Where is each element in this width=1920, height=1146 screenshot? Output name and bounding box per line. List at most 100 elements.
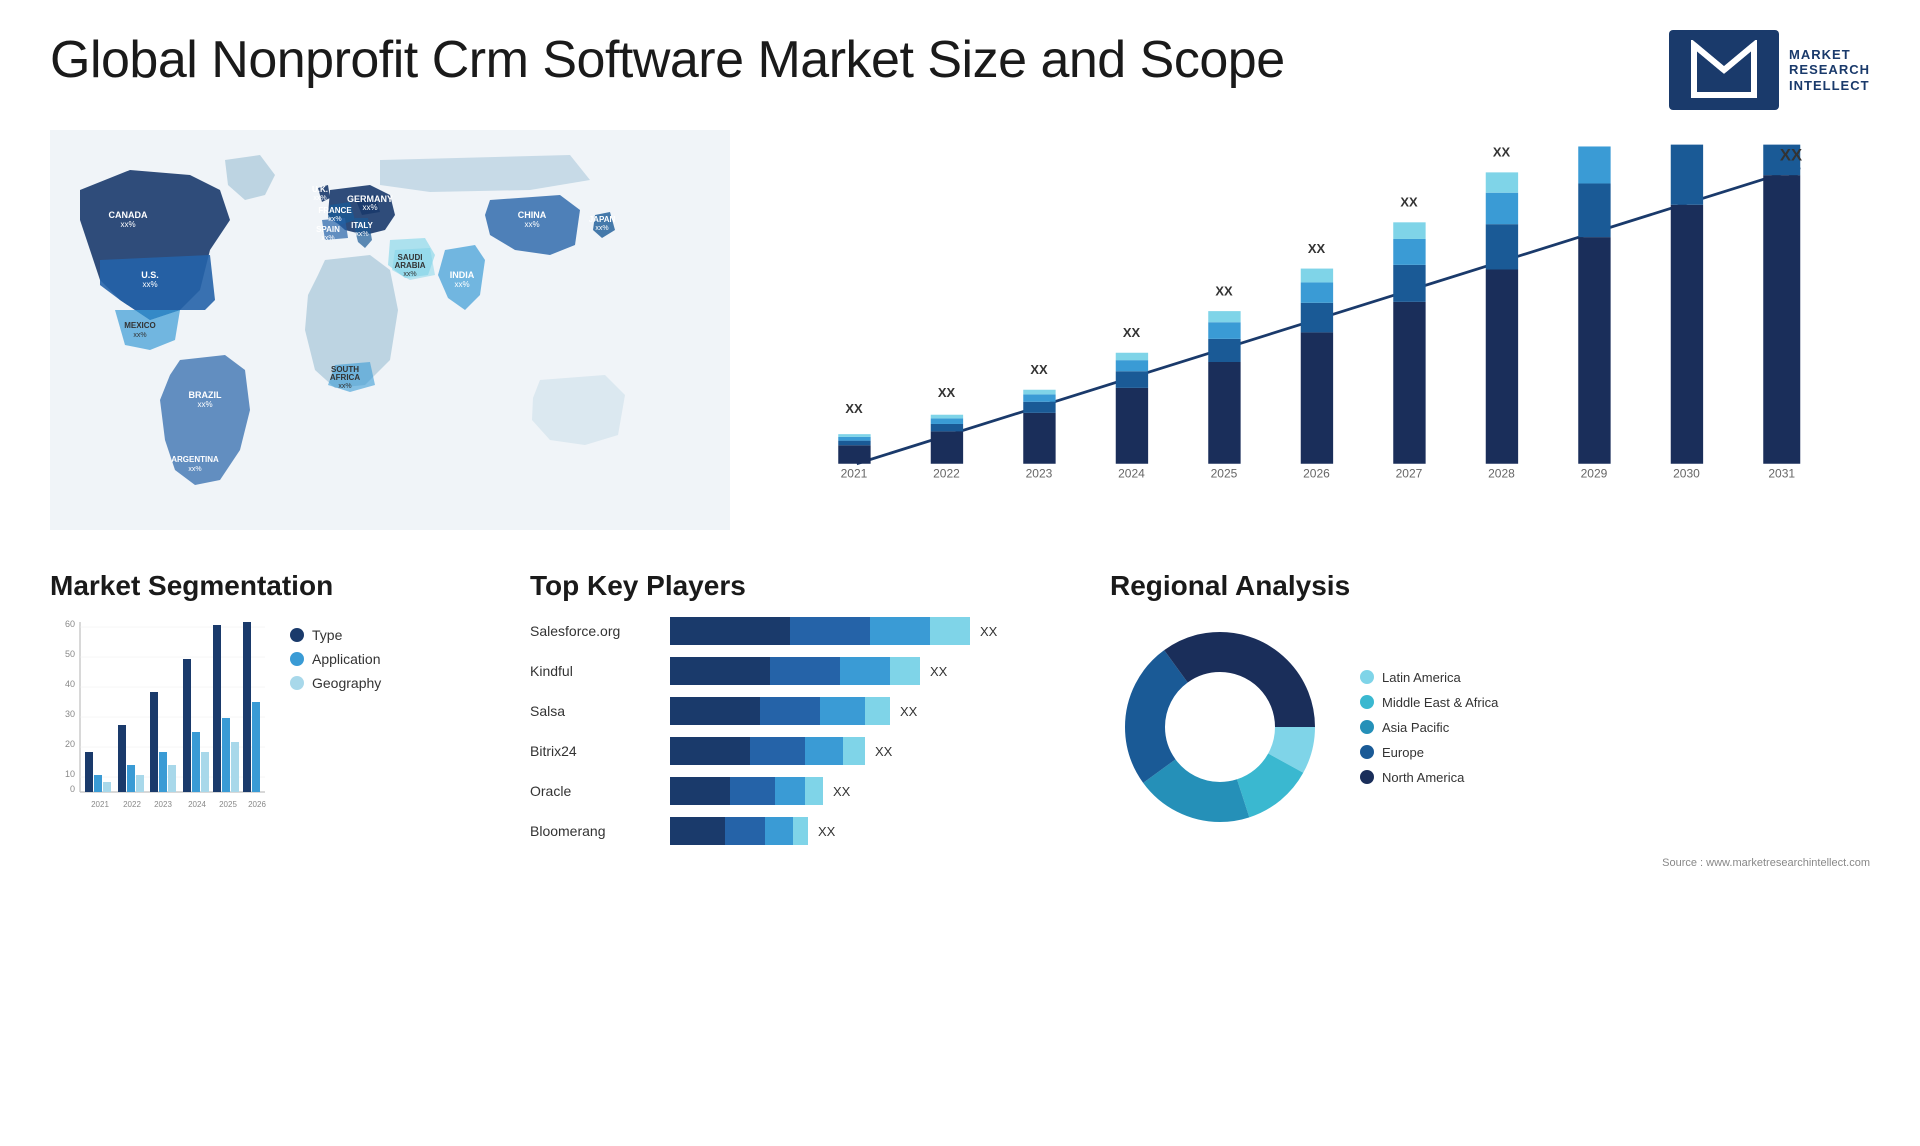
player-value-bitrix: XX [875, 744, 892, 759]
bar-seg4 [890, 657, 920, 685]
bar-bloomerang [670, 817, 808, 845]
svg-text:ITALY: ITALY [351, 221, 373, 230]
player-bar-bitrix: XX [670, 737, 1080, 765]
players-list: Salesforce.org XX Kindful [530, 617, 1080, 857]
svg-text:xx%: xx% [355, 231, 368, 238]
logo: MARKET RESEARCH INTELLECT [1669, 30, 1870, 110]
svg-text:2022: 2022 [933, 467, 960, 481]
svg-text:CANADA: CANADA [109, 210, 148, 220]
svg-text:40: 40 [65, 679, 75, 689]
svg-text:xx%: xx% [313, 195, 326, 202]
svg-text:30: 30 [65, 709, 75, 719]
north-america-dot [1360, 770, 1374, 784]
svg-text:xx%: xx% [133, 332, 146, 339]
svg-text:xx%: xx% [197, 400, 212, 409]
application-label: Application [312, 651, 381, 667]
donut-chart [1110, 617, 1330, 837]
middle-east-dot [1360, 695, 1374, 709]
bar-seg4 [793, 817, 808, 845]
bar-chart-section: XX 2021 XX 2022 XX 2023 [750, 130, 1870, 550]
player-name-bitrix: Bitrix24 [530, 743, 660, 759]
player-row-salesforce: Salesforce.org XX [530, 617, 1080, 645]
bar-seg3 [805, 737, 843, 765]
bar-seg1 [670, 617, 790, 645]
legend-europe: Europe [1360, 745, 1498, 760]
svg-text:CHINA: CHINA [518, 210, 547, 220]
player-row-salsa: Salsa XX [530, 697, 1080, 725]
svg-text:xx%: xx% [362, 203, 377, 212]
svg-text:2024: 2024 [188, 800, 206, 809]
player-row-kindful: Kindful XX [530, 657, 1080, 685]
svg-text:xx%: xx% [595, 225, 608, 232]
svg-text:XX: XX [938, 385, 956, 400]
svg-text:2030: 2030 [1673, 467, 1700, 481]
asia-pacific-label: Asia Pacific [1382, 720, 1449, 735]
svg-text:2024: 2024 [1118, 467, 1145, 481]
players-title: Top Key Players [530, 570, 1080, 602]
svg-text:MEXICO: MEXICO [124, 321, 156, 330]
svg-text:2021: 2021 [841, 467, 868, 481]
middle-east-label: Middle East & Africa [1382, 695, 1498, 710]
svg-text:2025: 2025 [219, 800, 237, 809]
segmentation-title: Market Segmentation [50, 570, 500, 602]
bar-seg1 [670, 817, 725, 845]
bar-salesforce [670, 617, 970, 645]
bar-seg3 [765, 817, 793, 845]
bar-seg2 [790, 617, 870, 645]
bar-oracle [670, 777, 823, 805]
svg-text:xx%: xx% [142, 280, 157, 289]
svg-text:2023: 2023 [1026, 467, 1053, 481]
segmentation-section: Market Segmentation 60 50 40 [50, 570, 500, 1090]
svg-text:XX: XX [1493, 145, 1511, 160]
svg-text:2026: 2026 [1303, 467, 1330, 481]
svg-text:XX: XX [1780, 145, 1802, 164]
player-bar-oracle: XX [670, 777, 1080, 805]
legend-asia-pacific: Asia Pacific [1360, 720, 1498, 735]
svg-text:xx%: xx% [328, 216, 341, 223]
bar-seg1 [670, 737, 750, 765]
bottom-sections: Market Segmentation 60 50 40 [50, 570, 1870, 1090]
svg-text:INDIA: INDIA [450, 270, 475, 280]
svg-text:2022: 2022 [123, 800, 141, 809]
player-value-oracle: XX [833, 784, 850, 799]
svg-text:60: 60 [65, 619, 75, 629]
svg-text:JAPAN: JAPAN [589, 215, 616, 224]
bar-seg2 [770, 657, 840, 685]
player-value-salsa: XX [900, 704, 917, 719]
logo-line1: MARKET [1789, 47, 1870, 63]
svg-text:2026: 2026 [248, 800, 266, 809]
source-text: Source : www.marketresearchintellect.com [1662, 857, 1870, 869]
bar-seg2 [760, 697, 820, 725]
logo-box [1669, 30, 1779, 110]
logo-line2: RESEARCH [1789, 62, 1870, 78]
player-value-kindful: XX [930, 664, 947, 679]
svg-text:XX: XX [1123, 325, 1141, 340]
bar-seg1 [670, 697, 760, 725]
player-name-salesforce: Salesforce.org [530, 623, 660, 639]
player-name-oracle: Oracle [530, 783, 660, 799]
geography-label: Geography [312, 675, 381, 691]
svg-text:xx%: xx% [120, 220, 135, 229]
legend-latin-america: Latin America [1360, 670, 1498, 685]
regional-section: Regional Analysis [1110, 570, 1870, 1090]
bar-seg4 [865, 697, 890, 725]
key-players-section: Top Key Players Salesforce.org XX [530, 570, 1080, 1090]
player-row-bitrix: Bitrix24 XX [530, 737, 1080, 765]
svg-text:20: 20 [65, 739, 75, 749]
svg-text:AFRICA: AFRICA [330, 373, 360, 382]
bar-bitrix [670, 737, 865, 765]
type-label: Type [312, 627, 342, 643]
regional-inner: Latin America Middle East & Africa Asia … [1110, 617, 1870, 837]
svg-text:xx%: xx% [524, 220, 539, 229]
bar-salsa [670, 697, 890, 725]
bar-seg4 [805, 777, 823, 805]
svg-text:ARGENTINA: ARGENTINA [171, 455, 219, 464]
legend-middle-east: Middle East & Africa [1360, 695, 1498, 710]
svg-text:XX: XX [1030, 362, 1048, 377]
bar-seg3 [820, 697, 865, 725]
player-row-bloomerang: Bloomerang XX [530, 817, 1080, 845]
svg-text:XX: XX [1215, 283, 1233, 298]
world-map-section: CANADA xx% U.S. xx% MEXICO xx% BRAZIL xx… [50, 130, 730, 550]
world-map-svg: CANADA xx% U.S. xx% MEXICO xx% BRAZIL xx… [50, 130, 730, 530]
bar-seg3 [870, 617, 930, 645]
